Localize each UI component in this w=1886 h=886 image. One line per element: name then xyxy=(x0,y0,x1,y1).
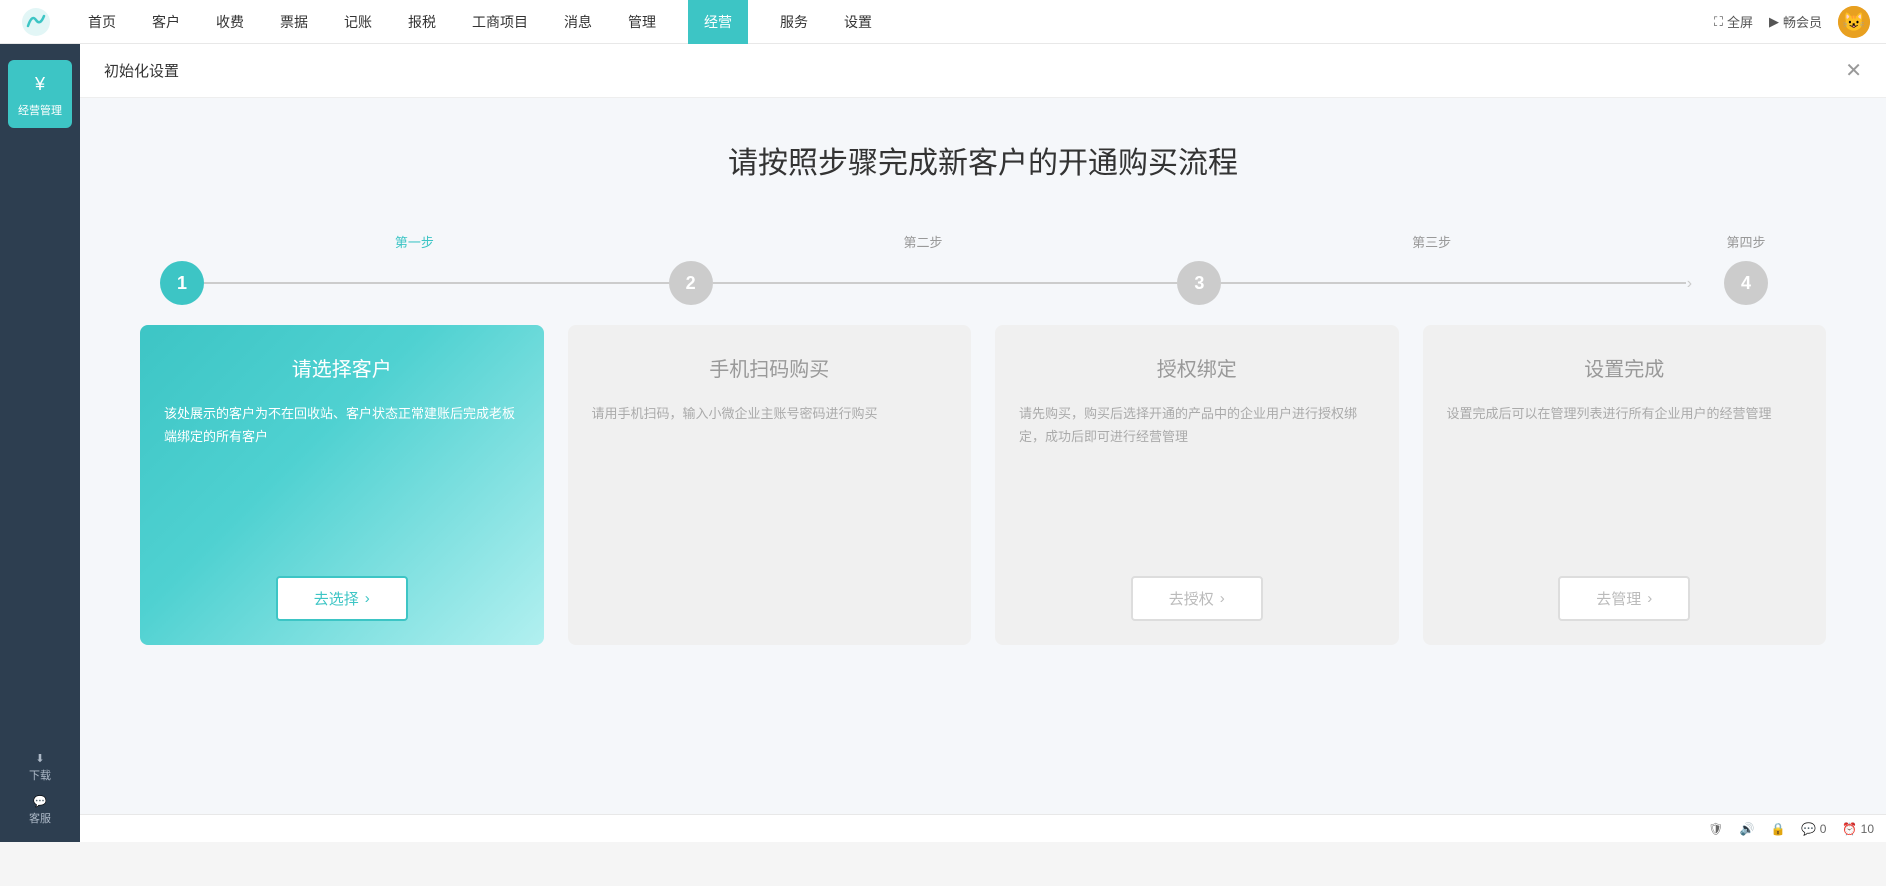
btn-arrow-3: › xyxy=(1220,590,1225,607)
main-title: 请按照步骤完成新客户的开通购买流程 xyxy=(140,138,1826,182)
connector-3: › xyxy=(1221,282,1686,284)
main-content: 初始化设置 ✕ 请按照步骤完成新客户的开通购买流程 第一步 1 › xyxy=(80,44,1886,842)
nav-message[interactable]: 消息 xyxy=(560,0,596,44)
sidebar-download[interactable]: ⬇ 下载 xyxy=(29,752,51,783)
content-area: 请按照步骤完成新客户的开通购买流程 第一步 1 › 第二步 xyxy=(80,98,1886,842)
card-btn-4[interactable]: 去管理 › xyxy=(1558,576,1690,621)
connector-2: › xyxy=(713,282,1178,284)
svg-text:😺: 😺 xyxy=(1843,12,1865,32)
nav-right-area: ⛶ 全屏 ▶ 畅会员 😺 xyxy=(1714,6,1870,38)
step-circle-2: 2 xyxy=(669,261,713,305)
nav-accounting[interactable]: 记账 xyxy=(340,0,376,44)
left-sidebar: ¥ 经营管理 ⬇ 下载 💬 客服 xyxy=(0,44,80,842)
nav-home[interactable]: 首页 xyxy=(84,0,120,44)
nav-settings[interactable]: 设置 xyxy=(840,0,876,44)
member-btn[interactable]: ▶ 畅会员 xyxy=(1769,12,1822,31)
card-title-4: 设置完成 xyxy=(1447,353,1803,382)
card-title-1: 请选择客户 xyxy=(164,353,520,382)
fullscreen-btn[interactable]: ⛶ 全屏 xyxy=(1714,12,1753,31)
volume-icon: 🔊 xyxy=(1740,822,1755,836)
user-avatar[interactable]: 😺 xyxy=(1838,6,1870,38)
top-navigation: 首页 客户 收费 票据 记账 报税 工商项目 消息 管理 经营 服务 设置 ⛶ … xyxy=(0,0,1886,44)
connector-1: › xyxy=(204,282,669,284)
page-header-title: 初始化设置 xyxy=(104,60,179,81)
steps-indicator: 第一步 1 › 第二步 2 xyxy=(140,232,1826,305)
sidebar-item-operation[interactable]: ¥ 经营管理 xyxy=(8,60,72,128)
nav-operation[interactable]: 经营 xyxy=(688,0,748,44)
step-circle-1: 1 xyxy=(160,261,204,305)
step-item-3: 第三步 3 › xyxy=(1177,232,1686,305)
card-desc-4: 设置完成后可以在管理列表进行所有企业用户的经营管理 xyxy=(1447,402,1803,552)
sidebar-label-operation: 经营管理 xyxy=(18,102,62,118)
nav-fees[interactable]: 收费 xyxy=(212,0,248,44)
card-title-2: 手机扫码购买 xyxy=(592,353,948,382)
step-label-4: 第四步 xyxy=(1727,232,1766,251)
step-item-1: 第一步 1 › xyxy=(160,232,669,305)
card-btn-1[interactable]: 去选择 › xyxy=(276,576,408,621)
step-card-3: 授权绑定 请先购买，购买后选择开通的产品中的企业用户进行授权绑定，成功后即可进行… xyxy=(995,325,1399,645)
step-circle-4: 4 xyxy=(1724,261,1768,305)
app-logo xyxy=(16,2,56,42)
lock-icon: 🔒 xyxy=(1770,822,1785,836)
nav-biz[interactable]: 工商项目 xyxy=(468,0,532,44)
sidebar-bottom: ⬇ 下载 💬 客服 xyxy=(29,752,51,826)
step-label-1: 第一步 xyxy=(395,232,434,251)
step-card-1: 请选择客户 该处展示的客户为不在回收站、客户状态正常建账后完成老板端绑定的所有客… xyxy=(140,325,544,645)
clock-icon: ⏰ 10 xyxy=(1842,822,1874,836)
step-label-2: 第二步 xyxy=(904,232,943,251)
status-bar-right: 🛡 🔊 🔒 💬 0 ⏰ 10 xyxy=(1708,822,1874,836)
card-desc-3: 请先购买，购买后选择开通的产品中的企业用户进行授权绑定，成功后即可进行经营管理 xyxy=(1019,402,1375,552)
status-bar: ▶ 完成 🛡 🔊 🔒 💬 0 ⏰ 10 xyxy=(0,814,1886,842)
sidebar-support[interactable]: 💬 客服 xyxy=(29,795,51,826)
step-label-3: 第三步 xyxy=(1412,232,1451,251)
step-item-4: 第四步 4 xyxy=(1686,232,1806,305)
card-desc-2: 请用手机扫码，输入小微企业主账号密码进行购买 xyxy=(592,402,948,621)
shield-icon: 🛡 xyxy=(1708,822,1723,836)
card-desc-1: 该处展示的客户为不在回收站、客户状态正常建账后完成老板端绑定的所有客户 xyxy=(164,402,520,552)
btn-arrow-1: › xyxy=(365,590,370,607)
step-item-2: 第二步 2 › xyxy=(669,232,1178,305)
step-circle-3: 3 xyxy=(1177,261,1221,305)
card-btn-3[interactable]: 去授权 › xyxy=(1131,576,1263,621)
nav-tax[interactable]: 报税 xyxy=(404,0,440,44)
nav-service[interactable]: 服务 xyxy=(776,0,812,44)
page-header: 初始化设置 ✕ xyxy=(80,44,1886,98)
step-card-2: 手机扫码购买 请用手机扫码，输入小微企业主账号密码进行购买 xyxy=(568,325,972,645)
arrow-3: › xyxy=(1687,275,1692,293)
card-title-3: 授权绑定 xyxy=(1019,353,1375,382)
message-count: 💬 0 xyxy=(1801,822,1826,836)
operation-icon: ¥ xyxy=(26,70,54,98)
close-button[interactable]: ✕ xyxy=(1845,58,1862,83)
support-icon: 💬 xyxy=(33,795,47,808)
download-icon: ⬇ xyxy=(35,752,44,765)
btn-arrow-4: › xyxy=(1647,590,1652,607)
cards-row: 请选择客户 该处展示的客户为不在回收站、客户状态正常建账后完成老板端绑定的所有客… xyxy=(140,325,1826,645)
nav-manage[interactable]: 管理 xyxy=(624,0,660,44)
fullscreen-icon: ⛶ xyxy=(1714,14,1723,30)
nav-invoice[interactable]: 票据 xyxy=(276,0,312,44)
step-card-4: 设置完成 设置完成后可以在管理列表进行所有企业用户的经营管理 去管理 › xyxy=(1423,325,1827,645)
nav-customer[interactable]: 客户 xyxy=(148,0,184,44)
member-icon: ▶ xyxy=(1769,14,1779,30)
